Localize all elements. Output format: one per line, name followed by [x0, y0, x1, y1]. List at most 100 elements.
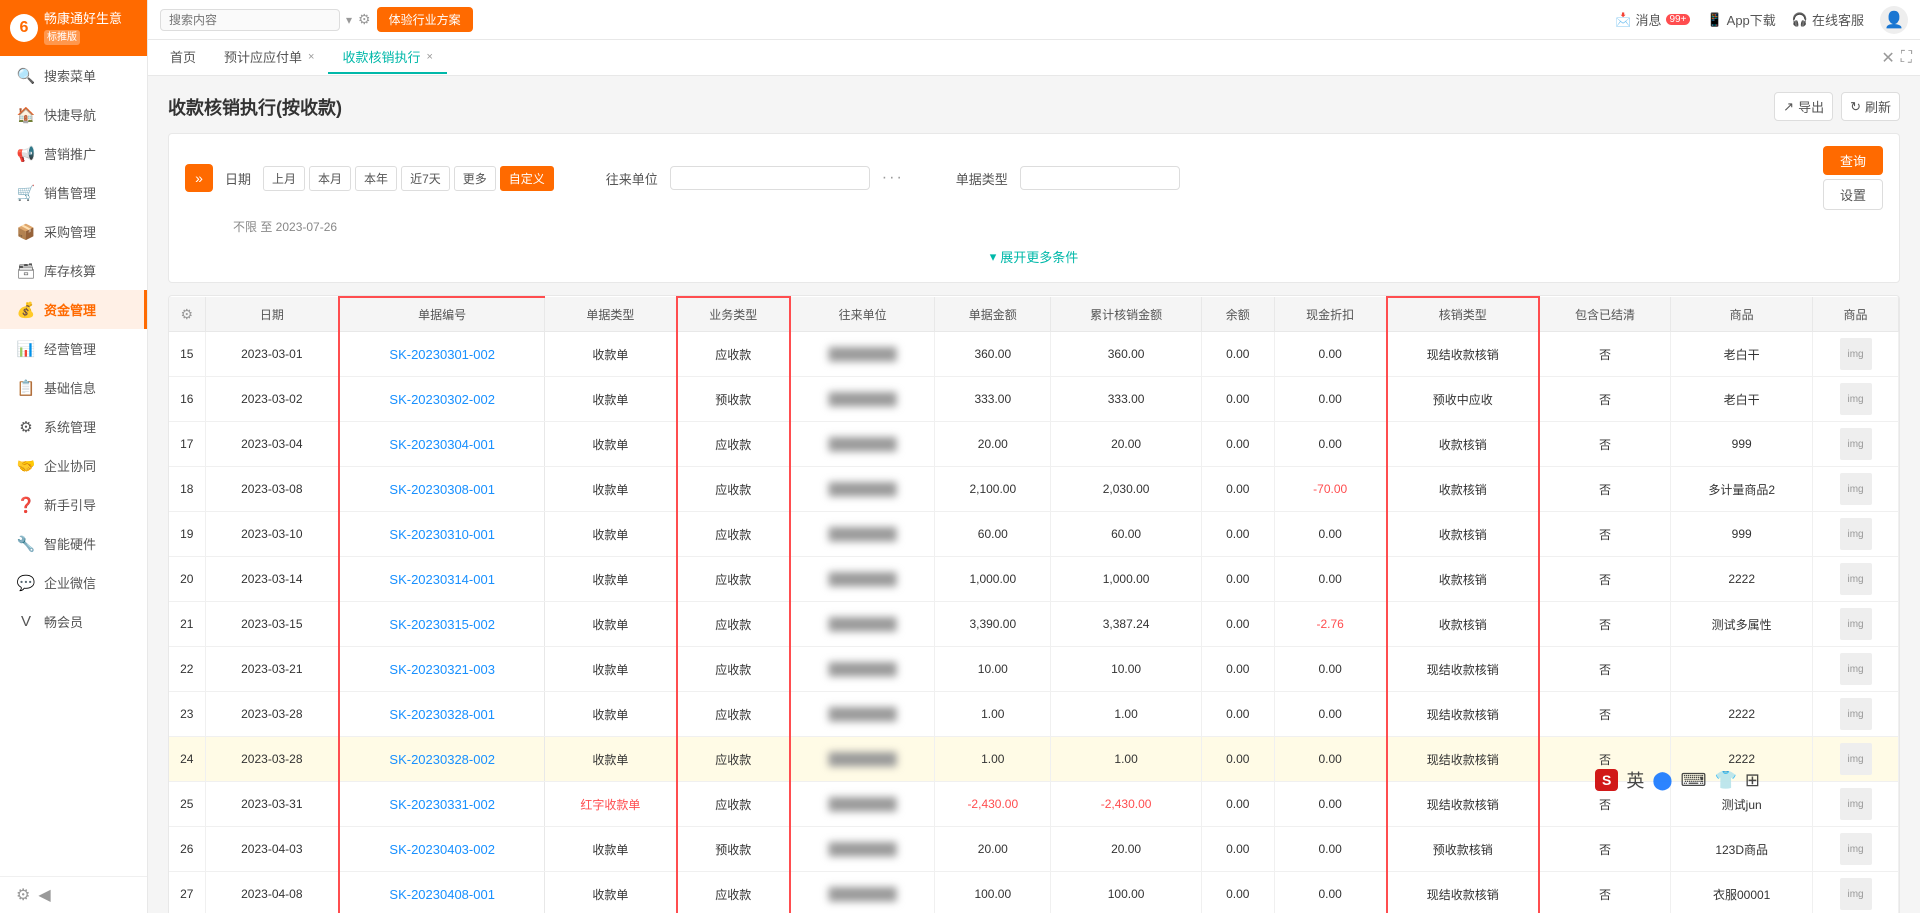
filter-expand-button[interactable]: »: [185, 164, 213, 192]
collapse-icon[interactable]: ◀: [38, 885, 50, 905]
sidebar-item-search[interactable]: 🔍 搜索菜单: [0, 56, 147, 95]
tab-collection[interactable]: 收款核销执行 ×: [328, 41, 446, 74]
filter-last-month[interactable]: 上月: [263, 166, 305, 191]
filter-partner-input[interactable]: [670, 166, 870, 190]
sidebar-item-hardware[interactable]: 🔧 智能硬件: [0, 524, 147, 563]
sidebar-item-wechat[interactable]: 💬 企业微信: [0, 563, 147, 602]
tab-prepay[interactable]: 预计应应付单 ×: [210, 41, 328, 74]
cell-includeclear: 否: [1539, 557, 1671, 602]
cell-includeclear: 否: [1539, 377, 1671, 422]
cell-accum: 10.00: [1051, 647, 1202, 692]
sidebar-item-guide[interactable]: ❓ 新手引导: [0, 485, 147, 524]
sidebar-item-finance[interactable]: 💰 资金管理: [0, 290, 147, 329]
purchase-icon: 📦: [16, 223, 36, 241]
chevron-down-icon[interactable]: ▾: [346, 13, 352, 27]
cell-docno[interactable]: SK-20230314-001: [339, 557, 545, 602]
cell-biztype: 预收款: [677, 827, 790, 872]
filter-this-year[interactable]: 本年: [355, 166, 397, 191]
col-balance-header: 余额: [1201, 297, 1274, 332]
sidebar-item-sales[interactable]: 🛒 销售管理: [0, 173, 147, 212]
cell-accum: 3,387.24: [1051, 602, 1202, 647]
tab-collection-close[interactable]: ×: [426, 51, 432, 63]
sidebar-item-system[interactable]: ⚙ 系统管理: [0, 407, 147, 446]
sidebar-item-inventory[interactable]: 🗃 库存核算: [0, 251, 147, 290]
cell-accum: 1.00: [1051, 692, 1202, 737]
tabbar-expand-icon[interactable]: ⛶: [1901, 49, 1912, 67]
cell-docno[interactable]: SK-20230328-001: [339, 692, 545, 737]
topbar-gear-icon[interactable]: ⚙: [358, 11, 371, 28]
hardware-icon: 🔧: [16, 535, 36, 553]
cell-docno[interactable]: SK-20230408-001: [339, 872, 545, 913]
service-item[interactable]: 🎧 在线客服: [1792, 10, 1864, 29]
message-item[interactable]: 📩 消息 99+: [1615, 10, 1690, 29]
cell-partner: ████████: [790, 647, 935, 692]
cell-balance: 0.00: [1201, 557, 1274, 602]
cell-accum: 333.00: [1051, 377, 1202, 422]
table-row: 272023-04-08SK-20230408-001收款单应收款███████…: [169, 872, 1899, 913]
cell-date: 2023-03-04: [205, 422, 339, 467]
cell-verifytype: 收款核销: [1387, 557, 1539, 602]
cell-docno[interactable]: SK-20230328-002: [339, 737, 545, 782]
cell-verifytype: 现结收款核销: [1387, 647, 1539, 692]
guide-icon: ❓: [16, 496, 36, 514]
cell-balance: 0.00: [1201, 827, 1274, 872]
cell-date: 2023-03-02: [205, 377, 339, 422]
sidebar-item-member[interactable]: V 畅会员: [0, 602, 147, 641]
sidebar-item-purchase[interactable]: 📦 采购管理: [0, 212, 147, 251]
sidebar-item-quicknav[interactable]: 🏠 快捷导航: [0, 95, 147, 134]
cell-biztype: 应收款: [677, 647, 790, 692]
cell-docno[interactable]: SK-20230310-001: [339, 512, 545, 557]
filter-this-month[interactable]: 本月: [309, 166, 351, 191]
watermark-icon-5: ⊞: [1745, 770, 1760, 791]
tab-home[interactable]: 首页: [156, 41, 210, 74]
cell-biztype: 应收款: [677, 512, 790, 557]
cell-partner: ████████: [790, 467, 935, 512]
cell-docno[interactable]: SK-20230302-002: [339, 377, 545, 422]
filter-receipt-type-select[interactable]: [1020, 166, 1180, 190]
cell-amount: 1.00: [935, 692, 1051, 737]
cell-docno[interactable]: SK-20230321-003: [339, 647, 545, 692]
cell-discount: -2.76: [1274, 602, 1386, 647]
filter-7days[interactable]: 近7天: [401, 166, 450, 191]
setting-bottom-icon[interactable]: ⚙: [16, 885, 30, 905]
app-download-item[interactable]: 📱 App下载: [1706, 10, 1775, 29]
table-row: 162023-03-02SK-20230302-002收款单预收款███████…: [169, 377, 1899, 422]
cell-goods2: img: [1813, 512, 1899, 557]
filter-settings-button[interactable]: 设置: [1823, 179, 1883, 210]
cell-doctype: 收款单: [545, 377, 677, 422]
cell-docno[interactable]: SK-20230331-002: [339, 782, 545, 827]
page-title: 收款核销执行(按收款): [168, 94, 342, 120]
filter-more-dates[interactable]: 更多: [454, 166, 496, 191]
cell-goods: 测试多属性: [1671, 602, 1813, 647]
finance-icon: 💰: [16, 301, 36, 319]
system-icon: ⚙: [16, 418, 36, 436]
col-accum-header: 累计核销金额: [1051, 297, 1202, 332]
user-avatar[interactable]: 👤: [1880, 6, 1908, 34]
filter-query-button[interactable]: 查询: [1823, 146, 1883, 175]
solution-button[interactable]: 体验行业方案: [377, 7, 473, 32]
cell-docno[interactable]: SK-20230304-001: [339, 422, 545, 467]
cell-no: 18: [169, 467, 205, 512]
sidebar-item-marketing[interactable]: 📢 营销推广: [0, 134, 147, 173]
cell-docno[interactable]: SK-20230403-002: [339, 827, 545, 872]
cell-goods2: img: [1813, 692, 1899, 737]
cell-amount: 100.00: [935, 872, 1051, 913]
cell-docno[interactable]: SK-20230301-002: [339, 332, 545, 377]
cell-partner: ████████: [790, 602, 935, 647]
cell-docno[interactable]: SK-20230315-002: [339, 602, 545, 647]
sidebar-item-basics[interactable]: 📋 基础信息: [0, 368, 147, 407]
column-setting-icon[interactable]: ⚙: [180, 306, 193, 322]
cell-verifytype: 预收中应收: [1387, 377, 1539, 422]
tab-prepay-close[interactable]: ×: [308, 51, 314, 63]
cell-docno[interactable]: SK-20230308-001: [339, 467, 545, 512]
filter-custom-date[interactable]: 自定义: [500, 166, 554, 191]
cell-date: 2023-03-08: [205, 467, 339, 512]
refresh-button[interactable]: ↻ 刷新: [1841, 92, 1900, 121]
filter-expand-more-btn[interactable]: ▾ 展开更多条件: [185, 243, 1883, 270]
topbar-search-input[interactable]: [160, 9, 340, 31]
sidebar-item-enterprise[interactable]: 🤝 企业协同: [0, 446, 147, 485]
tabbar-close-icon[interactable]: ✕: [1881, 48, 1894, 68]
col-setting-header[interactable]: ⚙: [169, 297, 205, 332]
sidebar-item-operations[interactable]: 📊 经营管理: [0, 329, 147, 368]
export-button[interactable]: ↗ 导出: [1774, 92, 1833, 121]
